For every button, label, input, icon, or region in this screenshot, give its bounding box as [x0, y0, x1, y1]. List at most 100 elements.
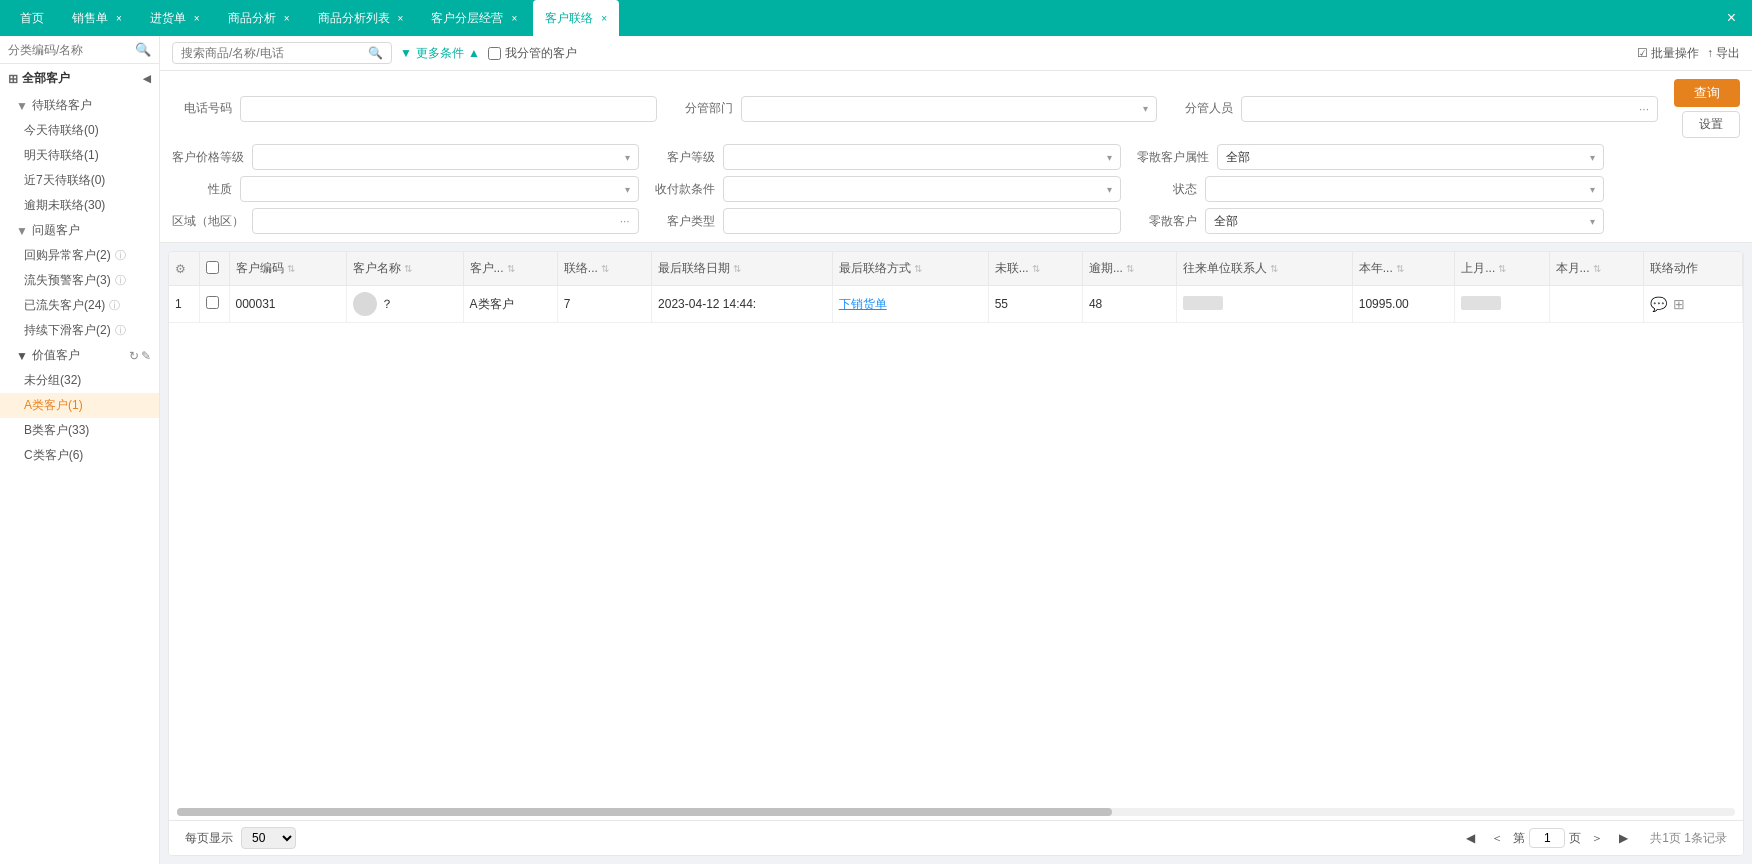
row-contacts: 7	[557, 286, 651, 323]
area-field: 区域（地区） ···	[172, 208, 639, 234]
customer-level-input[interactable]: ▾	[723, 144, 1122, 170]
sort-name-icon[interactable]: ⇅	[404, 263, 412, 274]
more-conditions-btn[interactable]: ▼ 更多条件 ▲	[400, 45, 480, 62]
retail-attr-input[interactable]: 全部 ▾	[1217, 144, 1604, 170]
sidebar-item-repurchase-abnormal[interactable]: 回购异常客户(2) ⓘ	[0, 243, 159, 268]
row-this-year: 10995.00	[1352, 286, 1454, 323]
sidebar-item-c-class[interactable]: C类客户(6)	[0, 443, 159, 468]
sort-overdue-icon[interactable]: ⇅	[1126, 263, 1134, 274]
nav-customer-tier[interactable]: 客户分层经营 ×	[419, 0, 529, 36]
sort-cp-icon[interactable]: ⇅	[1270, 263, 1278, 274]
nav-home[interactable]: 首页	[8, 0, 56, 36]
more-action-icon[interactable]: ⊞	[1673, 296, 1685, 312]
col-overdue-label: 逾期...	[1089, 260, 1123, 277]
nav-purchase[interactable]: 进货单 ×	[138, 0, 212, 36]
table-wrapper: ⚙ 客户编码 ⇅	[169, 252, 1743, 804]
sort-date-icon[interactable]: ⇅	[733, 263, 741, 274]
edit-icon[interactable]: ✎	[141, 349, 151, 363]
sort-lm-icon[interactable]: ⇅	[1498, 263, 1506, 274]
problem-customers-group[interactable]: ▼ 问题客户	[0, 218, 159, 243]
sidebar-item-unclassified[interactable]: 未分组(32)	[0, 368, 159, 393]
horizontal-scrollbar[interactable]	[177, 808, 1735, 816]
nav-sales-close[interactable]: ×	[116, 13, 122, 24]
col-not-contacted-label: 未联...	[995, 260, 1029, 277]
sort-method-icon[interactable]: ⇅	[914, 263, 922, 274]
value-customers-group[interactable]: ▼ 价值客户 ↻ ✎	[0, 343, 159, 368]
chat-action-icon[interactable]: 💬	[1650, 296, 1667, 312]
prev-page-btn[interactable]: ＜	[1485, 828, 1509, 849]
manager-input[interactable]: ···	[1241, 96, 1658, 122]
grid-icon: ⊞	[8, 72, 18, 86]
batch-ops-icon: ☑	[1637, 46, 1648, 60]
nav-customer-contact-close[interactable]: ×	[601, 13, 607, 24]
table-settings-gear[interactable]: ⚙	[175, 262, 186, 276]
customer-type-input[interactable]	[723, 208, 1122, 234]
my-customers-checkbox[interactable]	[488, 47, 501, 60]
phone-input[interactable]	[240, 96, 657, 122]
sidebar-item-loss-warning[interactable]: 流失预警客户(3) ⓘ	[0, 268, 159, 293]
refresh-icon[interactable]: ↻	[129, 349, 139, 363]
search-icon[interactable]: 🔍	[368, 46, 383, 60]
search-input[interactable]	[181, 46, 364, 60]
status-input[interactable]: ▾	[1205, 176, 1604, 202]
table-container: ⚙ 客户编码 ⇅	[168, 251, 1744, 856]
row-last-date: 2023-04-12 14:44:	[652, 286, 833, 323]
collapse-icon[interactable]: ◀	[143, 73, 151, 84]
batch-ops-btn[interactable]: ☑ 批量操作	[1637, 45, 1699, 62]
nav-sales[interactable]: 销售单 ×	[60, 0, 134, 36]
last-page-btn[interactable]: ▶	[1613, 829, 1634, 847]
payment-input[interactable]: ▾	[723, 176, 1122, 202]
window-close-button[interactable]: ×	[1719, 5, 1744, 31]
nav-customer-tier-close[interactable]: ×	[511, 13, 517, 24]
nav-product-list-close[interactable]: ×	[398, 13, 404, 24]
nav-customer-contact[interactable]: 客户联络 ×	[533, 0, 619, 36]
row-select-checkbox[interactable]	[206, 296, 219, 309]
query-button[interactable]: 查询	[1674, 79, 1740, 107]
settings-button[interactable]: 设置	[1682, 111, 1740, 138]
row-overdue: 48	[1082, 286, 1176, 323]
page-input[interactable]	[1529, 828, 1565, 848]
price-level-label: 客户价格等级	[172, 149, 244, 166]
sort-ty-icon[interactable]: ⇅	[1396, 263, 1404, 274]
dept-input[interactable]: ▾	[741, 96, 1158, 122]
retail-customer-label: 零散客户	[1137, 213, 1197, 230]
next-page-btn[interactable]: ＞	[1585, 828, 1609, 849]
all-customers-header[interactable]: ⊞ 全部客户 ◀	[0, 64, 159, 93]
sidebar-item-tomorrow[interactable]: 明天待联络(1)	[0, 143, 159, 168]
sidebar-item-today[interactable]: 今天待联络(0)	[0, 118, 159, 143]
sidebar-search-icon[interactable]: 🔍	[135, 42, 151, 57]
sidebar-item-b-class[interactable]: B类客户(33)	[0, 418, 159, 443]
sidebar-item-declining[interactable]: 持续下滑客户(2) ⓘ	[0, 318, 159, 343]
nav-purchase-close[interactable]: ×	[194, 13, 200, 24]
per-page-select[interactable]: 50 100 200	[241, 827, 296, 849]
select-all-checkbox[interactable]	[206, 261, 219, 274]
nature-input[interactable]: ▾	[240, 176, 639, 202]
all-customers-label: 全部客户	[22, 70, 70, 87]
export-btn[interactable]: ↑ 导出	[1707, 45, 1740, 62]
sidebar-item-overdue[interactable]: 逾期未联络(30)	[0, 193, 159, 218]
pending-contact-group[interactable]: ▼ 待联络客户	[0, 93, 159, 118]
nav-product-analysis-close[interactable]: ×	[284, 13, 290, 24]
col-contacts-label: 联络...	[564, 260, 598, 277]
sidebar-item-a-class[interactable]: A类客户(1)	[0, 393, 159, 418]
sort-contacts-icon[interactable]: ⇅	[601, 263, 609, 274]
nav-product-analysis[interactable]: 商品分析 ×	[216, 0, 302, 36]
sort-code-icon[interactable]: ⇅	[287, 263, 295, 274]
sort-category-icon[interactable]: ⇅	[507, 263, 515, 274]
price-level-input[interactable]: ▾	[252, 144, 639, 170]
sidebar-search-input[interactable]	[8, 43, 135, 57]
sidebar-item-7days[interactable]: 近7天待联络(0)	[0, 168, 159, 193]
sidebar-item-lost[interactable]: 已流失客户(24) ⓘ	[0, 293, 159, 318]
sort-nc-icon[interactable]: ⇅	[1032, 263, 1040, 274]
area-input[interactable]: ···	[252, 208, 639, 234]
nav-home-label: 首页	[20, 10, 44, 27]
first-page-btn[interactable]: ◀	[1460, 829, 1481, 847]
page-label2: 页	[1569, 830, 1581, 847]
retail-customer-input[interactable]: 全部 ▾	[1205, 208, 1604, 234]
col-contact-person-label: 往来单位联系人	[1183, 260, 1267, 277]
row-last-method-link[interactable]: 下销货单	[839, 297, 887, 311]
col-this-month: 本月... ⇅	[1549, 252, 1643, 286]
nav-product-list[interactable]: 商品分析列表 ×	[306, 0, 416, 36]
pending-arrow-icon: ▼	[16, 99, 28, 113]
sort-tm-icon[interactable]: ⇅	[1593, 263, 1601, 274]
